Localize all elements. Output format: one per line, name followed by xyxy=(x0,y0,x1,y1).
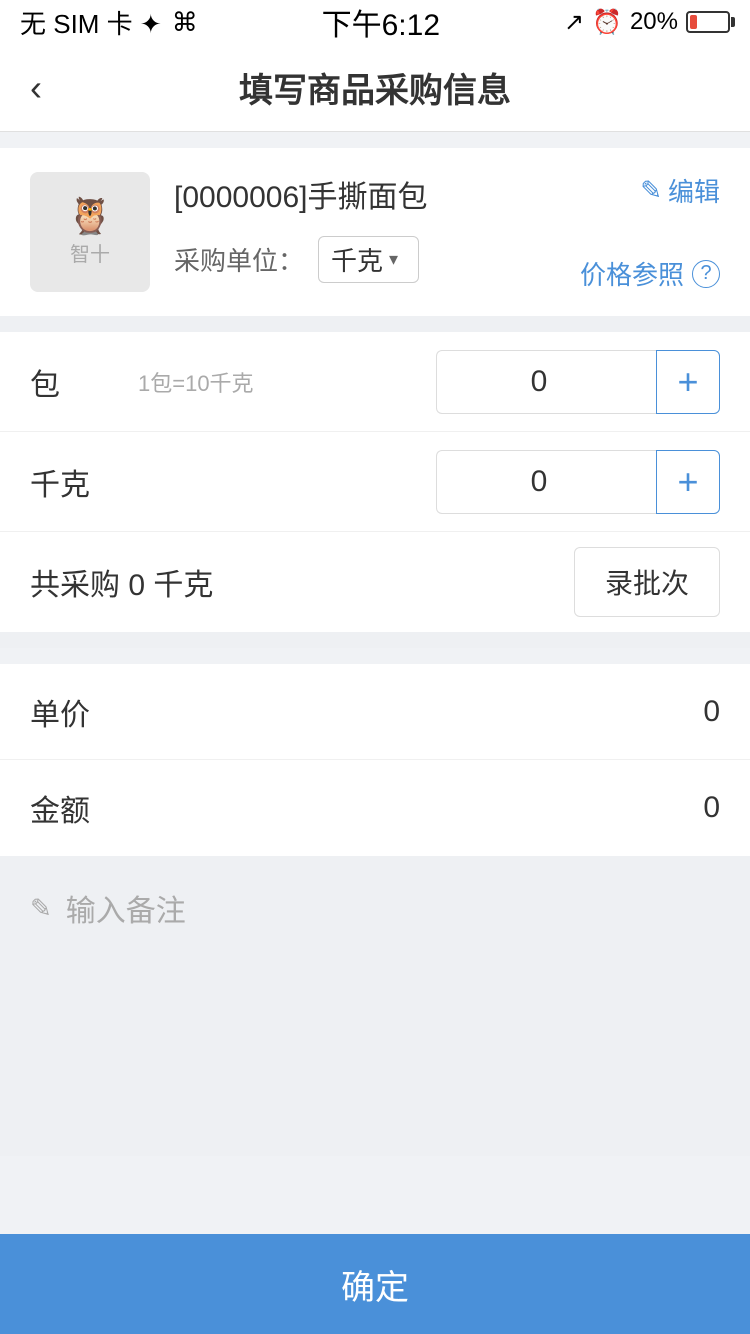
record-batch-button[interactable]: 录批次 xyxy=(574,547,720,617)
no-sim-label: 无 SIM 卡 ✦ xyxy=(20,4,162,41)
unit-label: 采购单位： xyxy=(174,241,304,278)
pack-input-row: 包 1包=10千克 + xyxy=(0,332,750,432)
kg-plus-button[interactable]: + xyxy=(656,450,720,514)
pack-input-right: + xyxy=(436,350,720,414)
unit-price-value: 0 xyxy=(703,695,720,729)
battery-icon xyxy=(686,11,730,33)
remark-section: ✎ 输入备注 xyxy=(0,856,750,1156)
product-image: 🦉 智十 xyxy=(30,172,150,292)
battery-label: 20% xyxy=(630,8,678,36)
kg-input-row: 千克 + xyxy=(0,432,750,532)
status-right: ↗ ⏰ 20% xyxy=(564,8,730,37)
edit-icon: ✎ xyxy=(640,175,662,206)
edit-button[interactable]: ✎ 编辑 xyxy=(640,172,720,209)
unit-select-arrow: ▾ xyxy=(389,249,398,270)
unit-value: 千克 xyxy=(331,241,383,278)
price-ref-button[interactable]: 价格参照 ? xyxy=(580,255,720,292)
amount-value: 0 xyxy=(703,791,720,825)
divider-1 xyxy=(0,316,750,332)
pack-quantity-input[interactable] xyxy=(436,350,656,414)
input-section: 包 1包=10千克 + 千克 + xyxy=(0,332,750,532)
pack-plus-button[interactable]: + xyxy=(656,350,720,414)
edit-label: 编辑 xyxy=(668,172,720,209)
location-icon: ↗ xyxy=(564,8,584,37)
unit-price-label: 单价 xyxy=(30,690,90,734)
confirm-button[interactable]: 确定 xyxy=(0,1234,750,1334)
pencil-icon: ✎ xyxy=(30,893,52,924)
help-icon: ? xyxy=(692,260,720,288)
remark-placeholder[interactable]: 输入备注 xyxy=(66,886,186,930)
status-left: 无 SIM 卡 ✦ ⌘ xyxy=(20,4,198,41)
summary-row: 共采购 0 千克 录批次 xyxy=(0,532,750,632)
status-bar: 无 SIM 卡 ✦ ⌘ 下午6:12 ↗ ⏰ 20% xyxy=(0,0,750,44)
product-card: 🦉 智十 [0000006]手撕面包 采购单位： 千克 ▾ ✎ 编辑 价格参照 … xyxy=(0,148,750,316)
amount-row: 金额 0 xyxy=(0,760,750,856)
unit-select[interactable]: 千克 ▾ xyxy=(318,236,419,283)
page-title: 填写商品采购信息 xyxy=(239,63,511,112)
pack-label: 包 xyxy=(30,360,130,404)
product-name: [0000006]手撕面包 xyxy=(174,172,720,216)
owl-icon: 🦉 xyxy=(68,198,113,234)
unit-price-row: 单价 0 xyxy=(0,664,750,760)
alarm-icon: ⏰ xyxy=(592,8,622,37)
status-time: 下午6:12 xyxy=(322,0,440,44)
kg-quantity-input[interactable] xyxy=(436,450,656,514)
summary-text: 共采购 0 千克 xyxy=(30,560,213,604)
pack-sublabel: 1包=10千克 xyxy=(138,366,254,398)
wifi-icon: ⌘ xyxy=(172,7,198,38)
kg-input-right: + xyxy=(436,450,720,514)
nav-bar: ‹ 填写商品采购信息 xyxy=(0,44,750,132)
price-ref-label: 价格参照 xyxy=(580,255,684,292)
confirm-button-label: 确定 xyxy=(341,1260,409,1309)
divider-2 xyxy=(0,632,750,648)
kg-label: 千克 xyxy=(30,460,130,504)
amount-label: 金额 xyxy=(30,786,90,830)
price-amount-section: 单价 0 金额 0 xyxy=(0,664,750,856)
owl-text: 智十 xyxy=(70,238,110,267)
remark-row: ✎ 输入备注 xyxy=(30,886,720,930)
back-button[interactable]: ‹ xyxy=(30,67,42,109)
